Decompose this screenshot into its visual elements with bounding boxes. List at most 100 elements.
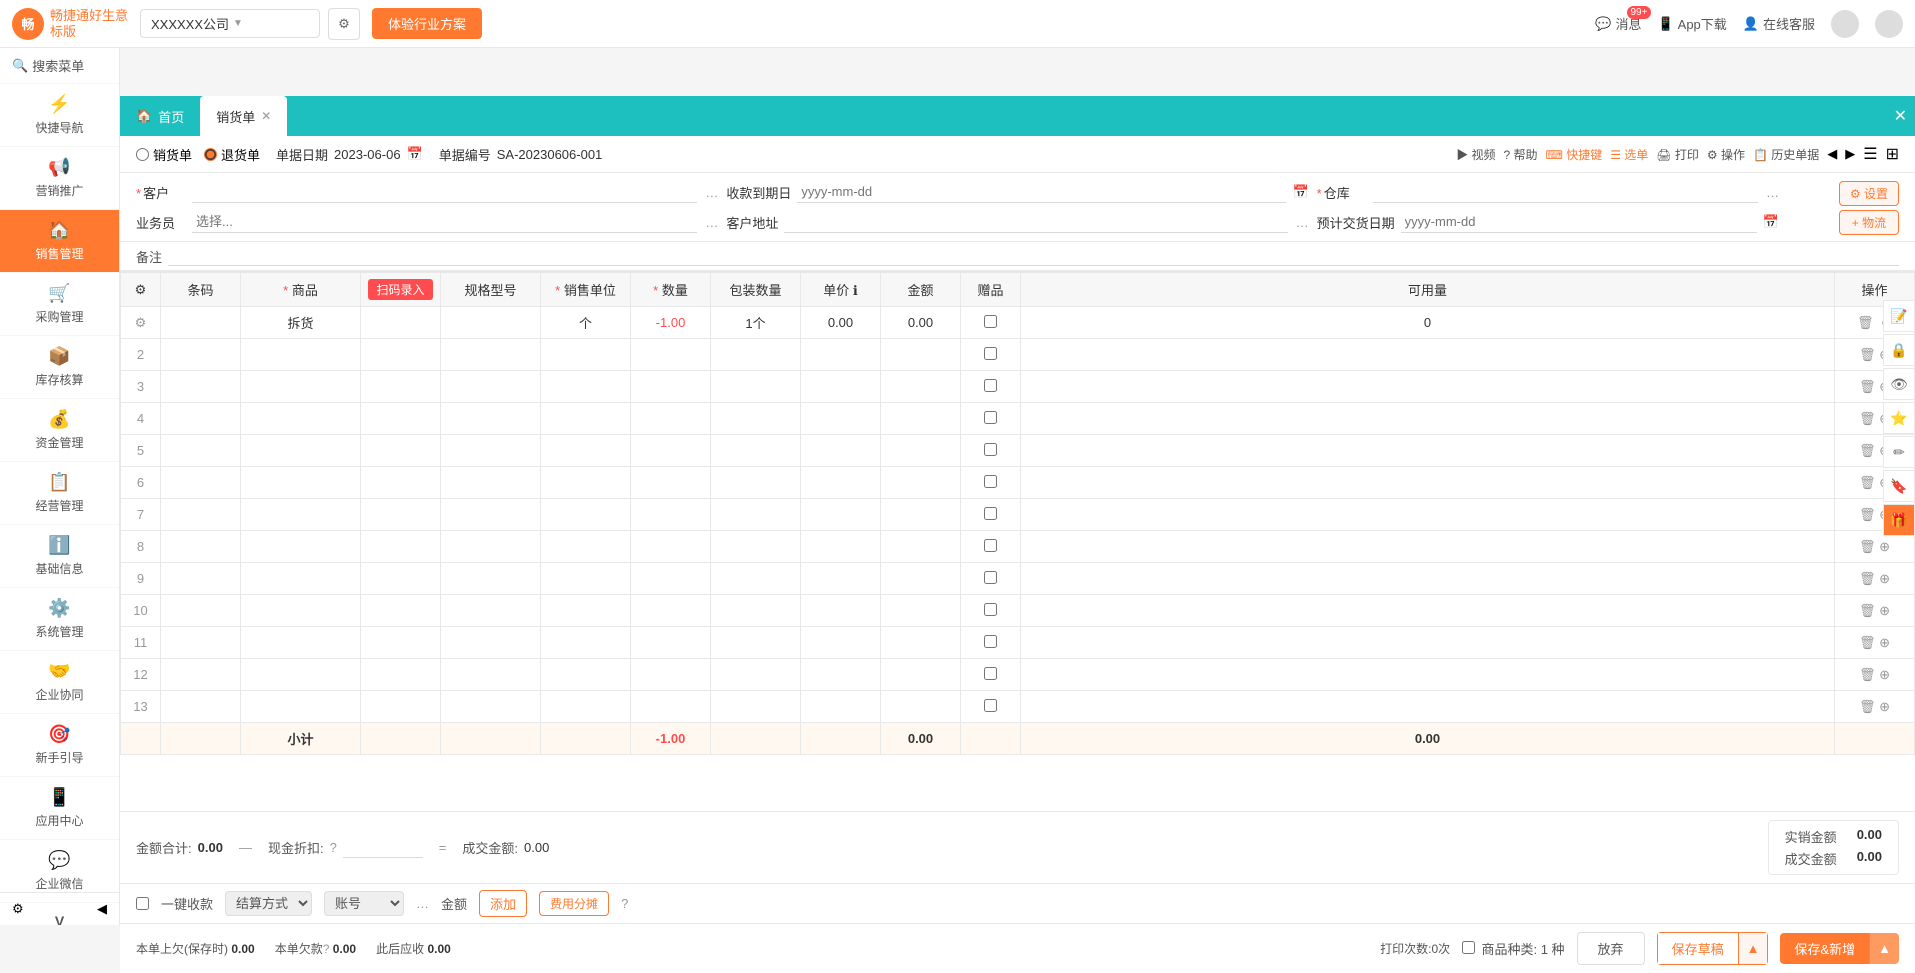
delete-row-icon[interactable]: 🗑 <box>1857 315 1874 330</box>
right-tool-favorite[interactable]: ⭐ <box>1883 402 1915 434</box>
add-payment-button[interactable]: 添加 <box>479 890 527 917</box>
tab-close-icon[interactable]: ✕ <box>261 109 271 123</box>
right-tool-edit[interactable]: ✏ <box>1883 436 1915 468</box>
row-gear[interactable]: ⚙ <box>121 307 161 339</box>
customer-ellipsis[interactable]: … <box>705 185 718 200</box>
calc-method-select[interactable]: 结算方式 <box>225 891 312 916</box>
right-tool-note[interactable]: 📝 <box>1883 300 1915 332</box>
save-draft-button[interactable]: 保存草稿 <box>1657 932 1739 965</box>
row-qty[interactable]: -1.00 <box>631 307 711 339</box>
grid-view-icon[interactable]: ⊞ <box>1886 144 1899 164</box>
question-icon[interactable]: ? <box>330 840 337 855</box>
due-date-calendar-icon[interactable]: 📅 <box>1292 184 1308 200</box>
sidebar-item-quick-nav[interactable]: ⚡ 快捷导航 <box>0 84 119 147</box>
help-btn[interactable]: ? 帮助 <box>1504 146 1538 163</box>
right-tool-bookmark[interactable]: 🔖 <box>1883 470 1915 502</box>
col-scan[interactable]: 扫码录入 <box>361 273 441 307</box>
copy-icon[interactable]: ⊕ <box>1879 699 1890 714</box>
calendar-icon[interactable]: 📅 <box>407 146 423 162</box>
remarks-input[interactable] <box>168 246 1899 266</box>
salesperson-input[interactable] <box>192 211 697 233</box>
operations-btn[interactable]: ⚙ 操作 <box>1707 146 1745 163</box>
sidebar-item-collab[interactable]: 🤝 企业协同 <box>0 651 119 714</box>
sidebar-item-basic-info[interactable]: ℹ️ 基础信息 <box>0 525 119 588</box>
row-barcode[interactable] <box>161 307 241 339</box>
delete-icon[interactable]: 🗑 <box>1859 507 1876 522</box>
due-date-input[interactable] <box>797 181 1286 203</box>
row-spec[interactable] <box>441 307 541 339</box>
copy-icon[interactable]: ⊕ <box>1879 571 1890 586</box>
print-btn[interactable]: 🖨 打印 <box>1656 146 1699 163</box>
scan-btn[interactable]: 扫码录入 <box>368 279 432 300</box>
copy-icon[interactable]: ⊕ <box>1879 539 1890 554</box>
right-tool-special[interactable]: 🎁 <box>1883 504 1915 536</box>
copy-icon[interactable]: ⊕ <box>1879 603 1890 618</box>
discount-input[interactable] <box>343 838 423 858</box>
row-unit[interactable]: 个 <box>541 307 631 339</box>
radio-return[interactable]: 退货单 <box>204 145 260 164</box>
row-pack-qty[interactable]: 1个 <box>711 307 801 339</box>
delete-icon[interactable]: 🗑 <box>1859 539 1876 554</box>
delete-icon[interactable]: 🗑 <box>1859 667 1876 682</box>
row-price[interactable]: 0.00 <box>801 307 881 339</box>
tab-home[interactable]: 🏠 首页 <box>120 96 200 136</box>
sidebar-item-operations[interactable]: 📋 经营管理 <box>0 462 119 525</box>
save-draft-arrow[interactable]: ▲ <box>1739 932 1769 965</box>
row-gift[interactable] <box>961 307 1021 339</box>
select-order-btn[interactable]: ☰ 选单 <box>1610 146 1648 163</box>
copy-icon[interactable]: ⊕ <box>1879 667 1890 682</box>
settings-icon-btn[interactable]: ⚙ <box>328 8 360 40</box>
save-new-arrow[interactable]: ▲ <box>1869 933 1899 964</box>
sidebar-item-search[interactable]: 🔍 搜索菜单 <box>0 48 119 84</box>
warehouse-input[interactable]: 建材仓 <box>1373 181 1758 203</box>
delete-icon[interactable]: 🗑 <box>1859 635 1876 650</box>
online-service-btn[interactable]: 👤 在线客服 <box>1743 14 1815 33</box>
avatar-2[interactable] <box>1875 10 1903 38</box>
shortcut-btn[interactable]: ⌨ 快捷键 <box>1546 146 1603 163</box>
sidebar-item-system[interactable]: ⚙️ 系统管理 <box>0 588 119 651</box>
delete-icon[interactable]: 🗑 <box>1859 379 1876 394</box>
save-new-button[interactable]: 保存&新增 <box>1780 933 1869 964</box>
sidebar-item-sales[interactable]: 🏠 销售管理 <box>0 210 119 273</box>
history-btn[interactable]: 📋 历史单据 <box>1753 146 1819 163</box>
sidebar-item-guide[interactable]: 🎯 新手引导 <box>0 714 119 777</box>
salesperson-ellipsis[interactable]: … <box>705 215 718 230</box>
delete-icon[interactable]: 🗑 <box>1859 411 1876 426</box>
avatar[interactable] <box>1831 10 1859 38</box>
radio-sale[interactable]: 销货单 <box>136 145 192 164</box>
col-gear[interactable]: ⚙ <box>121 273 161 307</box>
close-all-tabs-icon[interactable]: ✕ <box>1894 106 1907 126</box>
account-ellipsis[interactable]: … <box>416 896 429 911</box>
customer-input[interactable] <box>192 181 697 203</box>
tab-sale-order[interactable]: 销货单 ✕ <box>200 96 287 136</box>
settings-button[interactable]: ⚙ 设置 <box>1839 181 1899 206</box>
app-download-btn[interactable]: 📱 App下载 <box>1657 14 1726 33</box>
one-click-pay-checkbox[interactable] <box>136 897 149 910</box>
delete-icon[interactable]: 🗑 <box>1859 571 1876 586</box>
sidebar-item-inventory[interactable]: 📦 库存核算 <box>0 336 119 399</box>
list-view-icon[interactable]: ☰ <box>1863 144 1877 164</box>
account-select[interactable]: 账号 <box>324 891 404 916</box>
warehouse-ellipsis[interactable]: … <box>1766 185 1779 200</box>
collapse-sidebar-icon[interactable]: ◀ <box>97 901 107 917</box>
video-btn[interactable]: ▶ 视频 <box>1456 146 1495 163</box>
customer-address-ellipsis[interactable]: … <box>1296 215 1309 230</box>
sidebar-item-app-center[interactable]: 📱 应用中心 <box>0 777 119 840</box>
right-tool-view[interactable]: 👁 <box>1883 368 1915 400</box>
message-btn[interactable]: 💬 消息 99+ <box>1595 14 1641 33</box>
copy-icon[interactable]: ⊕ <box>1879 635 1890 650</box>
sidebar-item-marketing[interactable]: 📢 营销推广 <box>0 147 119 210</box>
goods-count-checkbox[interactable] <box>1462 941 1475 954</box>
next-icon[interactable]: ▶ <box>1845 146 1855 162</box>
delete-icon[interactable]: 🗑 <box>1859 347 1876 362</box>
total-debt-question[interactable]: ? <box>323 942 330 956</box>
row-goods[interactable]: 拆货 <box>241 307 361 339</box>
fenbai-help-icon[interactable]: ? <box>621 896 628 911</box>
delete-icon[interactable]: 🗑 <box>1859 443 1876 458</box>
right-tool-lock[interactable]: 🔒 <box>1883 334 1915 366</box>
fenbai-button[interactable]: 费用分摊 <box>539 891 609 916</box>
row-amount[interactable]: 0.00 <box>881 307 961 339</box>
delete-icon[interactable]: 🗑 <box>1859 603 1876 618</box>
company-selector[interactable]: XXXXXX公司 ▼ <box>140 9 320 38</box>
customer-address-input[interactable] <box>784 211 1287 233</box>
